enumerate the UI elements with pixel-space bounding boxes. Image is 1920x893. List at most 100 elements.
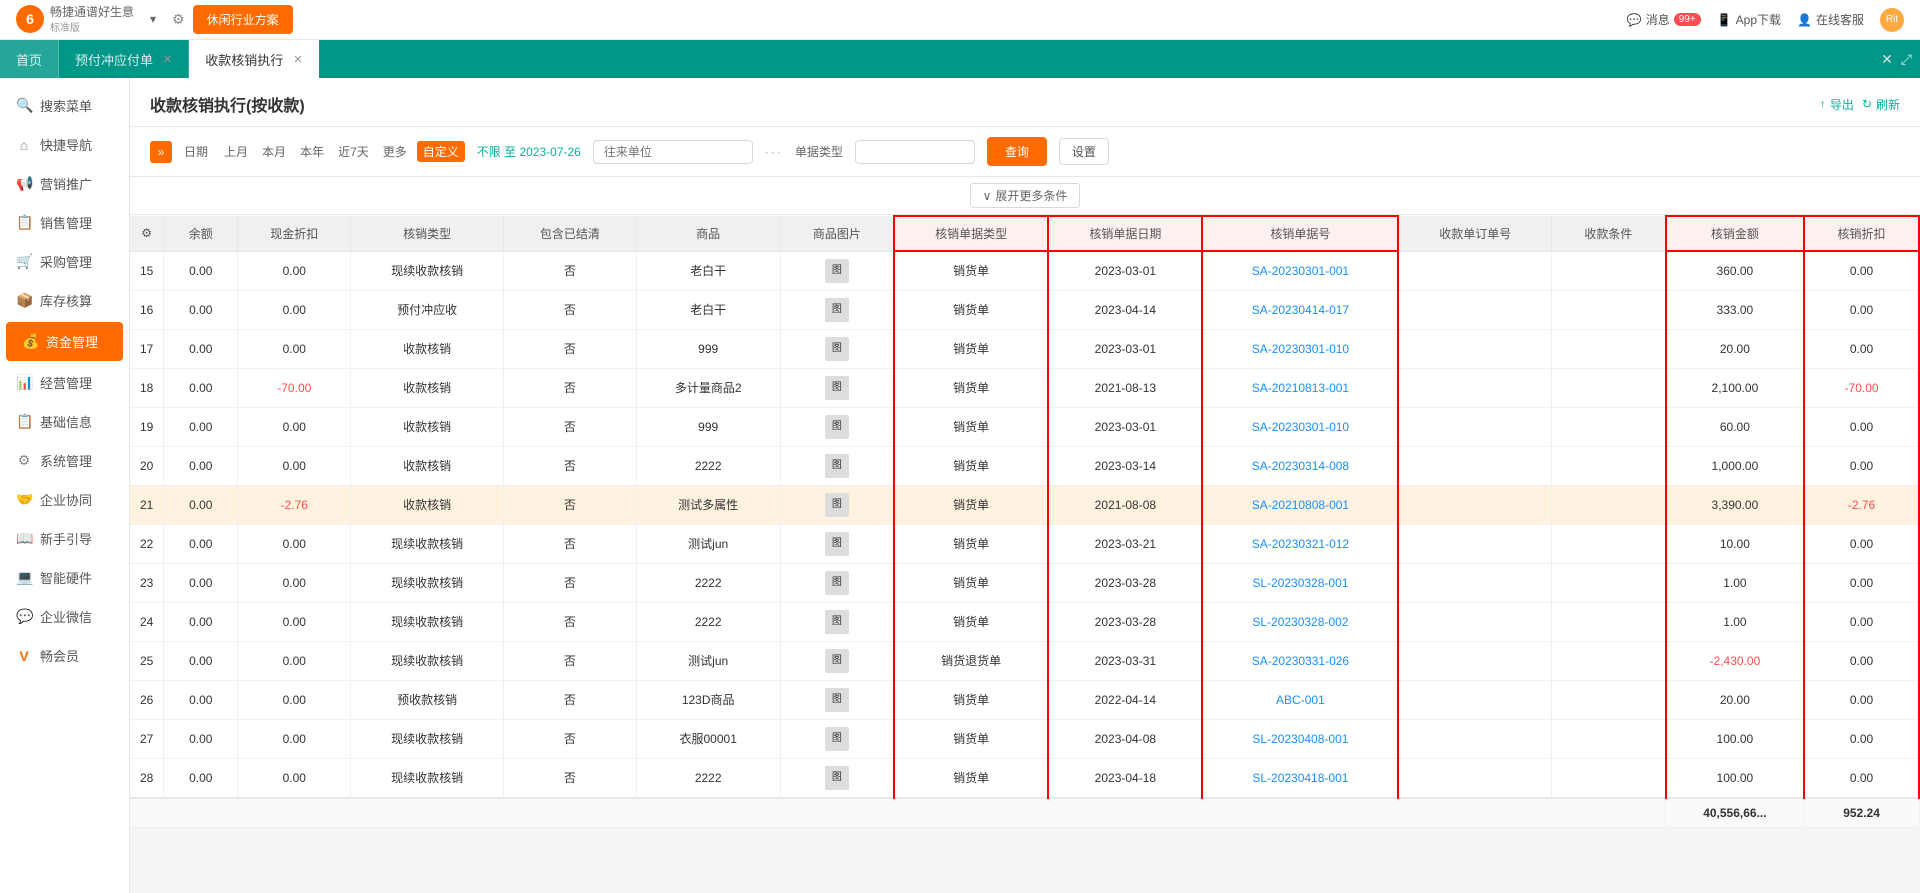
page-header: 收款核销执行(按收款) ↑ 导出 ↻ 刷新 [130,78,1920,127]
cell-verify-bill-no[interactable]: ABC-001 [1202,680,1398,719]
refresh-button[interactable]: ↻ 刷新 [1862,96,1900,113]
cell-verify-bill-type: 销货退货单 [894,641,1048,680]
cell-verify-bill-no[interactable]: SL-20230328-002 [1202,602,1398,641]
cell-verify-type: 现续收款核销 [351,641,504,680]
bill-no-link[interactable]: SL-20230408-001 [1252,732,1348,746]
solution-button[interactable]: 休闲行业方案 [193,5,293,34]
sidebar-item-newbie[interactable]: 📖 新手引导 [0,519,129,558]
bill-no-link[interactable]: SA-20230301-001 [1252,264,1349,278]
cell-verify-bill-no[interactable]: SA-20210813-001 [1202,368,1398,407]
table-row: 22 0.00 0.00 现续收款核销 否 测试jun 图 销货单 2023-0… [130,524,1919,563]
tab-verify-close[interactable]: ✕ [293,53,302,66]
cell-verify-bill-no[interactable]: SA-20230301-010 [1202,329,1398,368]
bill-no-link[interactable]: SA-20230301-010 [1252,342,1349,356]
sidebar-label: 资金管理 [46,332,98,351]
sidebar-item-biz[interactable]: 📊 经营管理 [0,363,129,402]
messages-button[interactable]: 💬 消息 99+ [1627,11,1701,28]
bill-no-link[interactable]: ABC-001 [1276,693,1325,707]
date-options: 上月 本月 本年 近7天 更多 自定义 [220,141,465,162]
cell-verify-bill-no[interactable]: SL-20230408-001 [1202,719,1398,758]
export-button[interactable]: ↑ 导出 [1820,96,1854,113]
tab-expand-icon[interactable]: ⤢ [1901,51,1912,68]
cell-cash-discount: -70.00 [238,368,351,407]
cell-verify-bill-no[interactable]: SA-20230321-012 [1202,524,1398,563]
bill-no-link[interactable]: SA-20230321-012 [1252,537,1349,551]
receipt-type-select[interactable]: 销货单 销货退货单 [855,140,975,164]
bill-no-link[interactable]: SL-20230418-001 [1252,771,1348,785]
cell-verify-amount: 1,000.00 [1666,446,1804,485]
purchase-icon: 🛒 [16,253,32,270]
sidebar-item-sys[interactable]: ⚙ 系统管理 [0,441,129,480]
tab-verify[interactable]: 收款核销执行 ✕ [189,40,319,78]
sidebar-label: 新手引导 [40,529,92,548]
content-area: 收款核销执行(按收款) ↑ 导出 ↻ 刷新 » 日期 上月 本月 本年 [130,78,1920,893]
date-option-more[interactable]: 更多 [379,141,411,162]
cell-product: 老白干 [636,251,780,290]
bill-no-link[interactable]: SL-20230328-001 [1252,576,1348,590]
cell-verify-bill-no[interactable]: SA-20210808-001 [1202,485,1398,524]
bill-no-link[interactable]: SL-20230328-002 [1252,615,1348,629]
query-button[interactable]: 查询 [987,137,1047,166]
sidebar-item-search-menu[interactable]: 🔍 搜索菜单 [0,86,129,125]
bill-no-link[interactable]: SA-20230314-008 [1252,459,1349,473]
tab-close-icon[interactable]: ✕ [1881,51,1893,68]
cell-verify-bill-no[interactable]: SA-20230314-008 [1202,446,1398,485]
sidebar-item-purchase[interactable]: 🛒 采购管理 [0,242,129,281]
cell-verify-bill-no[interactable]: SL-20230328-001 [1202,563,1398,602]
date-option-this-year[interactable]: 本年 [296,141,328,162]
tab-prepay[interactable]: 预付冲应付单 ✕ [59,40,189,78]
expand-more-bar: ∨ 展开更多条件 [130,177,1920,215]
cell-verify-type: 收款核销 [351,407,504,446]
sidebar-label: 基础信息 [40,412,92,431]
bill-no-link[interactable]: SA-20230414-017 [1252,303,1349,317]
expand-more-button[interactable]: ∨ 展开更多条件 [970,183,1081,208]
cell-receipt-condition [1552,641,1666,680]
date-option-this-month[interactable]: 本月 [258,141,290,162]
tab-home[interactable]: 首页 [0,40,59,78]
cell-verify-bill-date: 2023-04-08 [1048,719,1202,758]
date-option-7days[interactable]: 近7天 [334,141,373,162]
from-unit-input[interactable] [593,140,753,164]
bill-no-link[interactable]: SA-20210813-001 [1252,381,1349,395]
cell-verify-bill-no[interactable]: SL-20230418-001 [1202,758,1398,798]
cell-verify-bill-no[interactable]: SA-20230301-001 [1202,251,1398,290]
sidebar-item-vip[interactable]: V 畅会员 [0,636,129,675]
avatar[interactable]: Rit [1880,8,1904,32]
settings-button[interactable]: 设置 [1059,138,1109,165]
cell-verify-bill-no[interactable]: SA-20230331-026 [1202,641,1398,680]
cell-verify-bill-no[interactable]: SA-20230414-017 [1202,290,1398,329]
sidebar-item-quick-nav[interactable]: ⌂ 快捷导航 [0,125,129,164]
cell-verify-amount: 3,390.00 [1666,485,1804,524]
app-download-button[interactable]: 📱 App下载 [1717,11,1781,28]
sidebar-item-smart-hw[interactable]: 💻 智能硬件 [0,558,129,597]
expand-button[interactable]: » [150,141,172,163]
date-option-custom[interactable]: 自定义 [417,141,465,162]
sidebar-item-enterprise[interactable]: 🤝 企业协同 [0,480,129,519]
table-row: 23 0.00 0.00 现续收款核销 否 2222 图 销货单 2023-03… [130,563,1919,602]
cell-verify-bill-no[interactable]: SA-20230301-010 [1202,407,1398,446]
sidebar-label: 经营管理 [40,373,92,392]
brand-dropdown[interactable]: ▾ [142,12,164,26]
bill-no-link[interactable]: SA-20210808-001 [1252,498,1349,512]
table-row: 17 0.00 0.00 收款核销 否 999 图 销货单 2023-03-01… [130,329,1919,368]
sidebar-item-wx[interactable]: 💬 企业微信 [0,597,129,636]
cell-verify-bill-date: 2023-03-14 [1048,446,1202,485]
table-row: 28 0.00 0.00 现续收款核销 否 2222 图 销货单 2023-04… [130,758,1919,798]
cell-receipt-condition [1552,524,1666,563]
sidebar-label: 快捷导航 [40,135,92,154]
bill-no-link[interactable]: SA-20230331-026 [1252,654,1349,668]
bill-no-link[interactable]: SA-20230301-010 [1252,420,1349,434]
sidebar-item-basic[interactable]: 📋 基础信息 [0,402,129,441]
sidebar-item-inventory[interactable]: 📦 库存核算 [0,281,129,320]
sidebar-item-marketing[interactable]: 📢 营销推广 [0,164,129,203]
cell-verify-discount: 0.00 [1804,602,1919,641]
th-settings[interactable]: ⚙ [130,216,164,251]
online-service-button[interactable]: 👤 在线客服 [1797,11,1864,28]
cell-receipt-order-no [1398,719,1551,758]
date-option-last-month[interactable]: 上月 [220,141,252,162]
tab-prepay-close[interactable]: ✕ [163,53,172,66]
cell-verify-amount: 20.00 [1666,329,1804,368]
sidebar-item-fund[interactable]: 💰 资金管理 [6,322,123,361]
sidebar-item-sales[interactable]: 📋 销售管理 [0,203,129,242]
settings-icon[interactable]: ⚙ [172,11,185,28]
